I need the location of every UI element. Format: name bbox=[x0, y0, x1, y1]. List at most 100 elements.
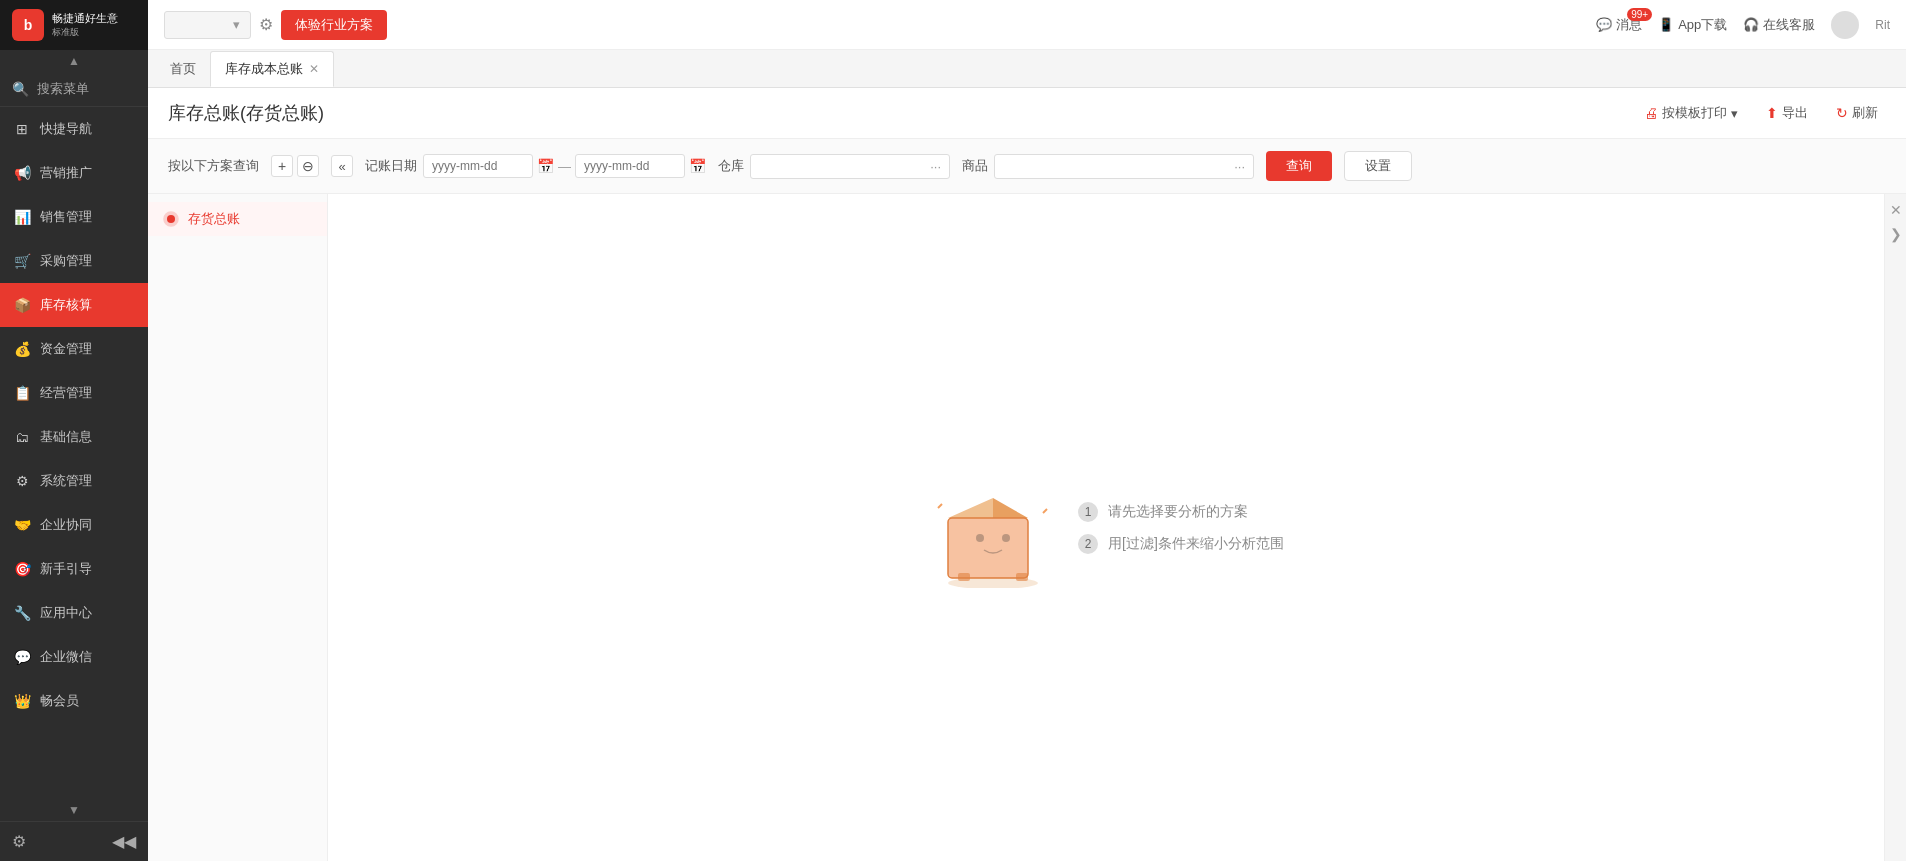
sidebar-item-marketing[interactable]: 📢 营销推广 bbox=[0, 151, 148, 195]
close-panel-btn[interactable]: ✕ bbox=[1890, 202, 1902, 218]
scroll-down-arrow[interactable]: ▼ bbox=[0, 799, 148, 821]
filter-collapse-btn[interactable]: « bbox=[331, 155, 353, 177]
sidebar-item-wechat[interactable]: 💬 企业微信 bbox=[0, 635, 148, 679]
app-logo-icon: b bbox=[12, 9, 44, 41]
tab-close-icon[interactable]: ✕ bbox=[309, 62, 319, 76]
search-menu-label: 搜索菜单 bbox=[37, 80, 89, 98]
hint-num-1: 1 bbox=[1078, 502, 1098, 522]
sidebar-item-operation[interactable]: 📋 经营管理 bbox=[0, 371, 148, 415]
message-badge: 99+ bbox=[1627, 8, 1652, 21]
print-icon: 🖨 bbox=[1644, 105, 1658, 121]
scheme-item-active[interactable]: 存货总账 bbox=[148, 202, 327, 236]
tab-home-label: 首页 bbox=[170, 60, 196, 78]
message-btn[interactable]: 💬 消息 99+ bbox=[1596, 16, 1642, 34]
goods-filter-group: 商品 ··· bbox=[962, 154, 1254, 179]
svg-point-10 bbox=[1002, 534, 1010, 542]
operation-icon: 📋 bbox=[12, 383, 32, 403]
empty-state-inner: 1 请先选择要分析的方案 2 用[过滤]条件来缩小分析范围 bbox=[928, 478, 1284, 578]
goods-label: 商品 bbox=[962, 157, 988, 175]
date-filter-group: 记账日期 📅 — 📅 bbox=[365, 154, 706, 178]
online-service-btn[interactable]: 🎧 在线客服 bbox=[1743, 16, 1815, 34]
collapse-sidebar-icon[interactable]: ◀◀ bbox=[112, 832, 136, 851]
content-area: 库存总账(存货总账) 🖨 按模板打印 ▾ ⬆ 导出 ↻ 刷新 按以下方案查询 bbox=[148, 88, 1906, 861]
export-btn[interactable]: ⬆ 导出 bbox=[1758, 100, 1816, 126]
breadcrumb[interactable]: ▾ bbox=[164, 11, 251, 39]
goods-select[interactable]: ··· bbox=[994, 154, 1254, 179]
query-btn[interactable]: 查询 bbox=[1266, 151, 1332, 181]
date-start-calendar-icon[interactable]: 📅 bbox=[537, 158, 554, 174]
search-menu-item[interactable]: 🔍 搜索菜单 bbox=[0, 72, 148, 107]
sidebar-label-wechat: 企业微信 bbox=[40, 648, 92, 666]
expand-panel-btn[interactable]: ❯ bbox=[1890, 226, 1902, 242]
svg-rect-7 bbox=[958, 573, 970, 581]
sidebar-label-marketing: 营销推广 bbox=[40, 164, 92, 182]
print-btn[interactable]: 🖨 按模板打印 ▾ bbox=[1636, 100, 1746, 126]
refresh-btn[interactable]: ↻ 刷新 bbox=[1828, 100, 1886, 126]
topbar-right: 💬 消息 99+ 📱 App下载 🎧 在线客服 Rit bbox=[1596, 11, 1890, 39]
warehouse-label: 仓库 bbox=[718, 157, 744, 175]
date-end-input[interactable] bbox=[575, 154, 685, 178]
svg-marker-5 bbox=[993, 498, 1028, 518]
sidebar-item-purchase[interactable]: 🛒 采购管理 bbox=[0, 239, 148, 283]
date-start-input[interactable] bbox=[423, 154, 533, 178]
print-label: 按模板打印 bbox=[1662, 104, 1727, 122]
sidebar-item-system[interactable]: ⚙ 系统管理 bbox=[0, 459, 148, 503]
dropdown-icon: ▾ bbox=[233, 17, 240, 32]
sidebar-item-basic-info[interactable]: 🗂 基础信息 bbox=[0, 415, 148, 459]
app-download-btn[interactable]: 📱 App下载 bbox=[1658, 16, 1727, 34]
settings-btn[interactable]: 设置 bbox=[1344, 151, 1412, 181]
page-actions: 🖨 按模板打印 ▾ ⬆ 导出 ↻ 刷新 bbox=[1636, 100, 1886, 126]
svg-line-11 bbox=[938, 504, 942, 508]
warehouse-filter-group: 仓库 ··· bbox=[718, 154, 950, 179]
sidebar-item-quick-nav[interactable]: ⊞ 快捷导航 bbox=[0, 107, 148, 151]
scheme-sidebar: 存货总账 bbox=[148, 194, 328, 861]
export-icon: ⬆ bbox=[1766, 105, 1778, 121]
warehouse-select[interactable]: ··· bbox=[750, 154, 950, 179]
settings-icon[interactable]: ⚙ bbox=[259, 15, 273, 34]
wechat-icon: 💬 bbox=[12, 647, 32, 667]
scroll-up-arrow[interactable]: ▲ bbox=[0, 50, 148, 72]
sidebar-item-member[interactable]: 👑 畅会员 bbox=[0, 679, 148, 723]
sidebar-item-inventory[interactable]: 📦 库存核算 bbox=[0, 283, 148, 327]
tab-inventory-cost[interactable]: 库存成本总账 ✕ bbox=[210, 51, 334, 87]
sidebar-footer: ⚙ ◀◀ bbox=[0, 821, 148, 861]
sidebar-item-app-center[interactable]: 🔧 应用中心 bbox=[0, 591, 148, 635]
refresh-icon: ↻ bbox=[1836, 105, 1848, 121]
tab-home[interactable]: 首页 bbox=[156, 51, 210, 87]
app-download-label: App下载 bbox=[1678, 16, 1727, 34]
inventory-icon: 📦 bbox=[12, 295, 32, 315]
date-end-calendar-icon[interactable]: 📅 bbox=[689, 158, 706, 174]
svg-point-9 bbox=[976, 534, 984, 542]
print-dropdown-icon: ▾ bbox=[1731, 106, 1738, 121]
sales-icon: 📊 bbox=[12, 207, 32, 227]
sidebar-logo: b 畅捷通好生意 标准版 bbox=[0, 0, 148, 50]
search-icon: 🔍 bbox=[12, 81, 29, 97]
sidebar-label-member: 畅会员 bbox=[40, 692, 79, 710]
sidebar-item-sales[interactable]: 📊 销售管理 bbox=[0, 195, 148, 239]
warehouse-more-icon: ··· bbox=[930, 159, 941, 174]
filter-label: 按以下方案查询 bbox=[168, 157, 259, 175]
sidebar-item-guide[interactable]: 🎯 新手引导 bbox=[0, 547, 148, 591]
enterprise-icon: 🤝 bbox=[12, 515, 32, 535]
hint-text-1: 请先选择要分析的方案 bbox=[1108, 503, 1248, 521]
scheme-active-label: 存货总账 bbox=[188, 210, 240, 228]
right-panel: ✕ ❯ bbox=[1884, 194, 1906, 861]
add-filter-btn[interactable]: + bbox=[271, 155, 293, 177]
trial-btn[interactable]: 体验行业方案 bbox=[281, 10, 387, 40]
page-title: 库存总账(存货总账) bbox=[168, 101, 324, 125]
empty-hint-1: 1 请先选择要分析的方案 bbox=[1078, 502, 1284, 522]
service-icon: 🎧 bbox=[1743, 17, 1759, 32]
date-input: 📅 — 📅 bbox=[423, 154, 706, 178]
quick-nav-icon: ⊞ bbox=[12, 119, 32, 139]
empty-state: 1 请先选择要分析的方案 2 用[过滤]条件来缩小分析范围 bbox=[328, 194, 1884, 861]
settings-footer-icon[interactable]: ⚙ bbox=[12, 832, 26, 851]
date-separator: — bbox=[558, 159, 571, 174]
sidebar-item-finance[interactable]: 💰 资金管理 bbox=[0, 327, 148, 371]
user-avatar[interactable] bbox=[1831, 11, 1859, 39]
export-label: 导出 bbox=[1782, 104, 1808, 122]
marketing-icon: 📢 bbox=[12, 163, 32, 183]
remove-filter-btn[interactable]: ⊖ bbox=[297, 155, 319, 177]
filter-add-btns: + ⊖ bbox=[271, 155, 319, 177]
sidebar-item-enterprise[interactable]: 🤝 企业协同 bbox=[0, 503, 148, 547]
main-content: ▾ ⚙ 体验行业方案 💬 消息 99+ 📱 App下载 🎧 在线客服 Rit bbox=[148, 0, 1906, 861]
